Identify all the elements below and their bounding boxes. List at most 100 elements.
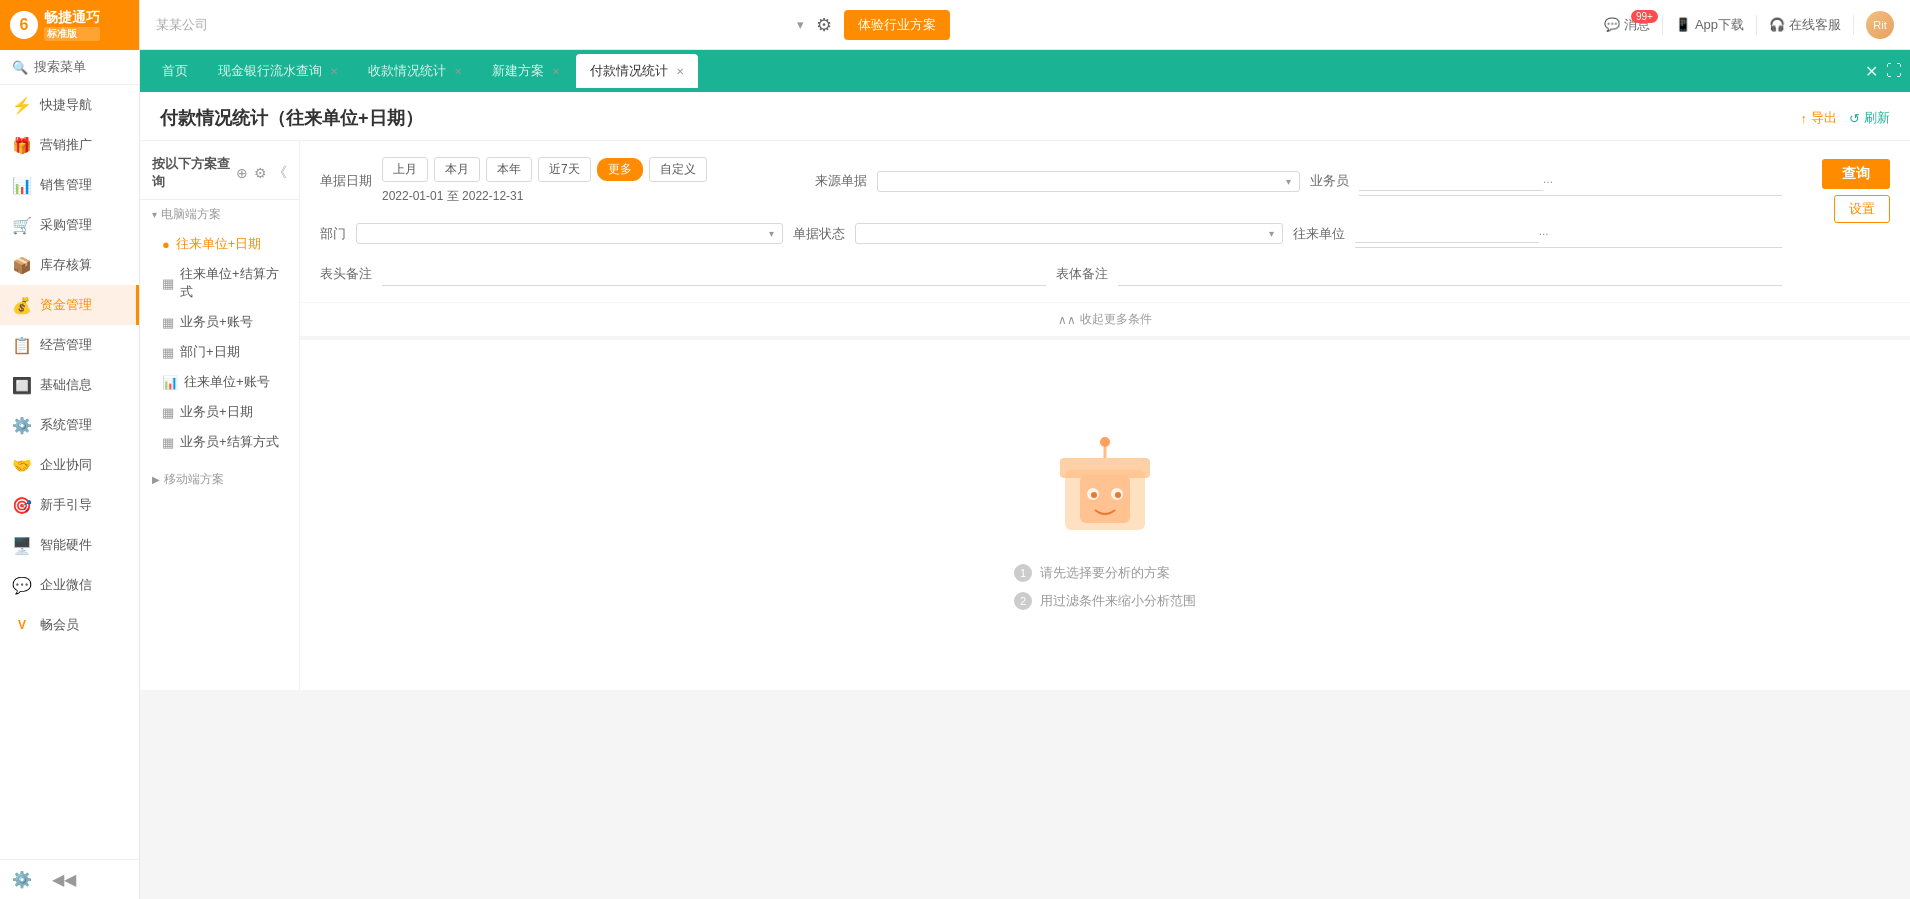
tab-cashflow-close[interactable]: ✕	[330, 66, 338, 77]
scheme-item-icon-0: ●	[162, 237, 170, 252]
sidebar: 6 畅捷通巧 标准版 🔍 搜索菜单 ⚡ 快捷导航 🎁 营销推广 📊 销售管理 🛒…	[0, 0, 140, 899]
download-icon: 📱	[1675, 17, 1691, 32]
search-menu[interactable]: 🔍 搜索菜单	[0, 50, 139, 85]
divider1	[1662, 15, 1663, 35]
sidebar-item-quicknav[interactable]: ⚡ 快捷导航	[0, 85, 139, 125]
marketing-label: 营销推广	[40, 136, 92, 154]
partner-dots: ...	[1539, 224, 1549, 238]
partner-input[interactable]: ...	[1355, 219, 1782, 248]
tab-payment-stat-close[interactable]: ✕	[454, 66, 462, 77]
date-btn-this-year[interactable]: 本年	[486, 157, 532, 182]
tab-payment-stat[interactable]: 收款情况统计 ✕	[354, 54, 476, 88]
main-area: 某某公司 ▾ ⚙ 体验行业方案 💬 消息 99+ 📱 App下载 🎧 在线客服 …	[140, 0, 1910, 899]
scheme-item-partner-settlement[interactable]: ▦ 往来单位+结算方式	[140, 259, 299, 307]
empty-illustration	[1045, 420, 1165, 540]
svg-point-6	[1115, 492, 1121, 498]
logo-text: 畅捷通巧 标准版	[44, 9, 100, 42]
app-download-btn[interactable]: 📱 App下载	[1675, 16, 1744, 34]
marketing-icon: 🎁	[12, 135, 32, 155]
scheme-collapse-icon[interactable]: 《	[273, 164, 287, 182]
scheme-section-pc[interactable]: ▾ 电脑端方案	[140, 200, 299, 229]
tab-expand-icon[interactable]: ⛶	[1886, 62, 1902, 80]
tab-cashflow[interactable]: 现金银行流水查询 ✕	[204, 54, 352, 88]
scheme-item-salesperson-account[interactable]: ▦ 业务员+账号	[140, 307, 299, 337]
dropdown-arrow-icon[interactable]: ▾	[797, 17, 804, 32]
date-btn-this-month[interactable]: 本月	[434, 157, 480, 182]
dept-select[interactable]: ▾	[356, 223, 783, 244]
mobile-section-label: 移动端方案	[164, 471, 224, 488]
body-note-field[interactable]	[1118, 262, 1782, 286]
collapse-icon[interactable]: ◀◀	[52, 870, 76, 889]
sidebar-item-operation[interactable]: 📋 经营管理	[0, 325, 139, 365]
operation-icon: 📋	[12, 335, 32, 355]
member-label: 畅会员	[40, 616, 79, 634]
dept-label: 部门	[320, 225, 346, 243]
date-btn-custom[interactable]: 自定义	[649, 157, 707, 182]
scheme-item-salesperson-date[interactable]: ▦ 业务员+日期	[140, 397, 299, 427]
scheme-item-partner-date[interactable]: ● 往来单位+日期	[140, 229, 299, 259]
source-select[interactable]: ▾	[877, 171, 1300, 192]
refresh-btn[interactable]: ↺ 刷新	[1849, 109, 1890, 127]
header-note-field[interactable]	[382, 262, 1046, 286]
scheme-item-dept-date[interactable]: ▦ 部门+日期	[140, 337, 299, 367]
sidebar-item-marketing[interactable]: 🎁 营销推广	[0, 125, 139, 165]
doc-status-select[interactable]: ▾	[855, 223, 1282, 244]
query-btn[interactable]: 查询	[1822, 159, 1890, 189]
sidebar-item-inventory[interactable]: 📦 库存核算	[0, 245, 139, 285]
filter-top-row: 单据日期 上月 本月 本年 近7天 更多 自定义 2022-01-01 至 20…	[300, 141, 1910, 302]
date-btn-7days[interactable]: 近7天	[538, 157, 591, 182]
date-btn-more[interactable]: 更多	[597, 158, 643, 181]
scheme-item-icon-2: ▦	[162, 315, 174, 330]
divider3	[1853, 15, 1854, 35]
sidebar-item-guide[interactable]: 🎯 新手引导	[0, 485, 139, 525]
online-service-btn[interactable]: 🎧 在线客服	[1769, 16, 1841, 34]
scheme-item-partner-account[interactable]: 📊 往来单位+账号	[140, 367, 299, 397]
scheme-section-mobile[interactable]: ▶ 移动端方案	[140, 465, 299, 494]
sidebar-item-basic[interactable]: 🔲 基础信息	[0, 365, 139, 405]
svg-point-8	[1100, 437, 1110, 447]
filter-fields: 单据日期 上月 本月 本年 近7天 更多 自定义 2022-01-01 至 20…	[320, 157, 1782, 302]
scheme-settings-icon[interactable]: ⚙	[254, 165, 267, 181]
service-label: 在线客服	[1789, 16, 1841, 34]
basic-label: 基础信息	[40, 376, 92, 394]
tab-pay-stat-close[interactable]: ✕	[676, 66, 684, 77]
settings-icon[interactable]: ⚙️	[12, 870, 32, 889]
collapse-btn[interactable]: ∧∧ 收起更多条件	[1058, 311, 1152, 328]
salesperson-field[interactable]	[1359, 167, 1543, 191]
tab-pay-stat[interactable]: 付款情况统计 ✕	[576, 54, 698, 88]
sidebar-item-member[interactable]: V 畅会员	[0, 605, 139, 645]
salesperson-input[interactable]: ...	[1359, 167, 1782, 196]
scheme-item-label-6: 业务员+结算方式	[180, 433, 279, 451]
settings-top-icon[interactable]: ⚙	[816, 14, 832, 36]
scheme-item-salesperson-settlement[interactable]: ▦ 业务员+结算方式	[140, 427, 299, 457]
add-scheme-icon[interactable]: ⊕	[236, 165, 248, 181]
tab-home[interactable]: 首页	[148, 54, 202, 88]
sidebar-item-sales[interactable]: 📊 销售管理	[0, 165, 139, 205]
settings-btn[interactable]: 设置	[1834, 195, 1890, 223]
partner-field[interactable]	[1355, 219, 1539, 243]
purchase-icon: 🛒	[12, 215, 32, 235]
sidebar-item-purchase[interactable]: 🛒 采购管理	[0, 205, 139, 245]
inventory-label: 库存核算	[40, 256, 92, 274]
tab-new-scheme-close[interactable]: ✕	[552, 66, 560, 77]
tab-cashflow-label: 现金银行流水查询	[218, 62, 322, 80]
sidebar-item-wechat[interactable]: 💬 企业微信	[0, 565, 139, 605]
scheme-item-label-4: 往来单位+账号	[184, 373, 270, 391]
header-note-label: 表头备注	[320, 265, 372, 283]
tab-close-all-icon[interactable]: ✕	[1865, 62, 1878, 81]
message-btn[interactable]: 💬 消息 99+	[1604, 16, 1650, 34]
industry-btn[interactable]: 体验行业方案	[844, 10, 950, 40]
page-title: 付款情况统计（往来单位+日期）	[160, 106, 423, 130]
tab-new-scheme-label: 新建方案	[492, 62, 544, 80]
tab-new-scheme[interactable]: 新建方案 ✕	[478, 54, 574, 88]
sidebar-item-hardware[interactable]: 🖥️ 智能硬件	[0, 525, 139, 565]
date-btn-last-month[interactable]: 上月	[382, 157, 428, 182]
sidebar-item-fund[interactable]: 💰 资金管理	[0, 285, 139, 325]
sidebar-item-system[interactable]: ⚙️ 系统管理	[0, 405, 139, 445]
export-btn[interactable]: ↑ 导出	[1801, 109, 1838, 127]
sidebar-item-enterprise[interactable]: 🤝 企业协同	[0, 445, 139, 485]
page-header: 付款情况统计（往来单位+日期） ↑ 导出 ↺ 刷新	[140, 92, 1910, 141]
source-label: 来源单据	[815, 172, 867, 190]
user-avatar[interactable]: Rit	[1866, 11, 1894, 39]
app-name: 畅捷通巧	[44, 9, 100, 26]
